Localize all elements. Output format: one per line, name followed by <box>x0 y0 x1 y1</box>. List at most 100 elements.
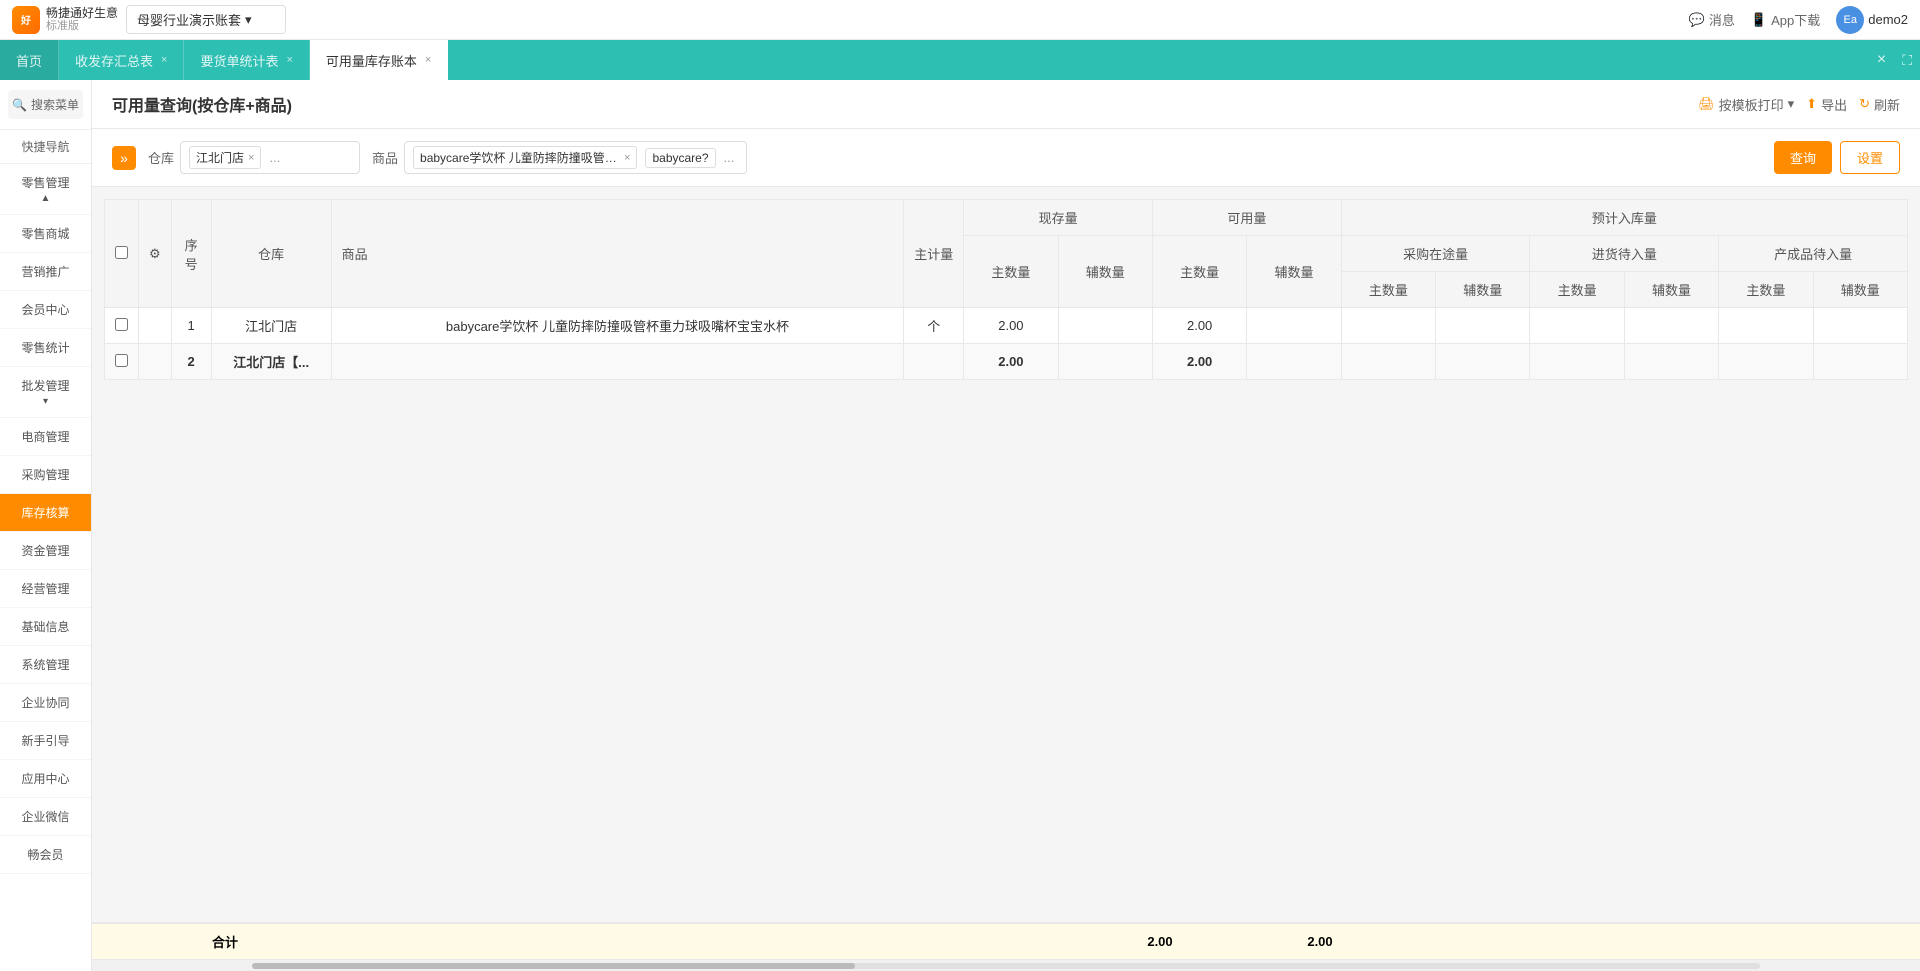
th-production-aux: 辅数量 <box>1813 272 1907 308</box>
select-all-checkbox[interactable] <box>115 246 128 259</box>
td-inb-main-2 <box>1530 344 1624 380</box>
sidebar-item-member-center[interactable]: 会员中心 <box>0 291 91 329</box>
table-row: 2 江北门店【... 2.00 2.00 <box>105 344 1908 380</box>
td-product-2 <box>331 344 904 380</box>
tab-close-inventory[interactable]: × <box>425 54 431 66</box>
td-checkbox-2[interactable] <box>105 344 139 380</box>
sidebar-item-finance-mgmt[interactable]: 资金管理 <box>0 532 91 570</box>
sidebar-item-vip-member[interactable]: 畅会员 <box>0 836 91 874</box>
sidebar-item-app-center[interactable]: 应用中心 <box>0 760 91 798</box>
filter-expand-button[interactable]: » <box>112 146 136 170</box>
close-all-tabs[interactable]: × <box>1877 51 1894 69</box>
tab-receipts[interactable]: 收发存汇总表 × <box>59 40 184 80</box>
th-available-group: 可用量 <box>1152 200 1341 236</box>
sidebar-item-retail-mgmt[interactable]: 零售管理 ▲ <box>0 164 91 215</box>
main-layout: 🔍 搜索菜单 快捷导航 零售管理 ▲ 零售商城 营销推广 会员中心 零售统计 批… <box>0 80 1920 971</box>
search-menu-button[interactable]: 🔍 搜索菜单 <box>8 90 83 119</box>
page-title: 可用量查询(按仓库+商品) <box>112 92 292 128</box>
row-checkbox-2[interactable] <box>115 354 128 367</box>
th-stock-main: 主数量 <box>964 236 1058 308</box>
settings-button[interactable]: 设置 <box>1840 141 1900 174</box>
sidebar-item-ecommerce-mgmt[interactable]: 电商管理 <box>0 418 91 456</box>
th-forecast-group: 预计入库量 <box>1341 200 1907 236</box>
nav-tabs: 首页 收发存汇总表 × 要货单统计表 × 可用量库存账本 × × ⛶ <box>0 40 1920 80</box>
sidebar-item-system-mgmt[interactable]: 系统管理 <box>0 646 91 684</box>
app-download-button[interactable]: 📱 App下载 <box>1751 10 1820 29</box>
refresh-button[interactable]: ↻ 刷新 <box>1859 95 1900 114</box>
tab-home[interactable]: 首页 <box>0 40 59 80</box>
td-prod-aux-2 <box>1813 344 1907 380</box>
th-inbound-aux: 辅数量 <box>1624 272 1718 308</box>
tab-close-orders[interactable]: × <box>286 54 292 66</box>
td-warehouse-1: 江北门店 <box>211 308 331 344</box>
logo-text: 畅捷通好生意 标准版 <box>46 6 118 34</box>
td-pur-main-1 <box>1341 308 1435 344</box>
query-button[interactable]: 查询 <box>1774 141 1832 174</box>
page-actions: 🖨 按模板打印 ▾ ⬆ 导出 ↻ 刷新 <box>1698 95 1900 126</box>
row-checkbox-1[interactable] <box>115 318 128 331</box>
th-inbound-main: 主数量 <box>1530 272 1624 308</box>
th-settings[interactable]: ⚙ <box>139 200 172 308</box>
search-icon: 🔍 <box>12 98 27 112</box>
scrollbar-thumb[interactable] <box>252 963 855 969</box>
data-table: ⚙ 序号 仓库 商品 主计量 现存量 可用量 预计入库量 主数量 辅数量 主数量 <box>104 199 1908 380</box>
table-row: 1 江北门店 babycare学饮杯 儿童防摔防撞吸管杯重力球吸嘴杯宝宝水杯 个… <box>105 308 1908 344</box>
sidebar-item-wholesale-mgmt[interactable]: 批发管理 ▾ <box>0 367 91 418</box>
refresh-icon: ↻ <box>1859 96 1870 112</box>
th-warehouse: 仓库 <box>211 200 331 308</box>
sidebar-item-inventory-check[interactable]: 库存核算 <box>0 494 91 532</box>
message-button[interactable]: 💬 消息 <box>1689 10 1735 29</box>
th-production-group: 产成品待入量 <box>1719 236 1908 272</box>
td-stock-main-1: 2.00 <box>964 308 1058 344</box>
warehouse-input[interactable]: 江北门店 × ... <box>180 141 360 174</box>
td-avail-aux-1 <box>1247 308 1341 344</box>
user-area[interactable]: Ea demo2 <box>1836 6 1908 34</box>
th-available-aux: 辅数量 <box>1247 236 1341 308</box>
sidebar-item-new-guide[interactable]: 新手引导 <box>0 722 91 760</box>
sidebar-item-operations-mgmt[interactable]: 经营管理 <box>0 570 91 608</box>
warehouse-more[interactable]: ... <box>265 150 284 165</box>
td-prod-aux-1 <box>1813 308 1907 344</box>
sidebar: 🔍 搜索菜单 快捷导航 零售管理 ▲ 零售商城 营销推广 会员中心 零售统计 批… <box>0 80 92 971</box>
print-icon: 🖨 <box>1698 96 1715 112</box>
sidebar-item-retail-mall[interactable]: 零售商城 <box>0 215 91 253</box>
th-checkbox[interactable] <box>105 200 139 308</box>
td-checkbox-1[interactable] <box>105 308 139 344</box>
industry-selector[interactable]: 母婴行业演示账套 ▾ <box>126 5 286 34</box>
chevron-icon: ▲ <box>41 193 51 204</box>
table-footer: 合计 2.00 2.00 <box>92 922 1920 959</box>
table-area: ⚙ 序号 仓库 商品 主计量 现存量 可用量 预计入库量 主数量 辅数量 主数量 <box>92 187 1920 922</box>
td-settings-1 <box>139 308 172 344</box>
export-icon: ⬆ <box>1806 96 1817 112</box>
sidebar-item-enterprise-wechat[interactable]: 企业微信 <box>0 798 91 836</box>
td-prod-main-2 <box>1719 344 1813 380</box>
sidebar-item-marketing[interactable]: 营销推广 <box>0 253 91 291</box>
th-purchase-main: 主数量 <box>1341 272 1435 308</box>
warehouse-tag: 江北门店 × <box>189 146 261 169</box>
td-stock-aux-1 <box>1058 308 1152 344</box>
sidebar-item-enterprise-collab[interactable]: 企业协同 <box>0 684 91 722</box>
th-num: 序号 <box>171 200 211 308</box>
td-avail-aux-2 <box>1247 344 1341 380</box>
remove-product-tag-1[interactable]: × <box>624 152 630 164</box>
export-button[interactable]: ⬆ 导出 <box>1806 95 1847 114</box>
product-tag-1: babycare学饮杯 儿童防摔防撞吸管杯重力球吸嘴杯宝宝水杯 × <box>413 146 637 169</box>
sidebar-item-retail-stats[interactable]: 零售统计 <box>0 329 91 367</box>
tab-close-receipts[interactable]: × <box>161 54 167 66</box>
tab-orders[interactable]: 要货单统计表 × <box>184 40 309 80</box>
horizontal-scrollbar[interactable] <box>92 959 1920 971</box>
message-icon: 💬 <box>1689 12 1705 28</box>
th-production-main: 主数量 <box>1719 272 1813 308</box>
remove-warehouse-tag[interactable]: × <box>248 152 254 164</box>
product-more[interactable]: ... <box>720 150 739 165</box>
tab-inventory[interactable]: 可用量库存账本 × <box>310 40 448 80</box>
td-settings-2 <box>139 344 172 380</box>
print-template-button[interactable]: 🖨 按模板打印 ▾ <box>1698 95 1794 114</box>
expand-tabs[interactable]: ⛶ <box>1902 52 1920 69</box>
sidebar-item-basic-info[interactable]: 基础信息 <box>0 608 91 646</box>
sidebar-item-purchase-mgmt[interactable]: 采购管理 <box>0 456 91 494</box>
footer-label: 合计 <box>202 932 322 951</box>
th-unit: 主计量 <box>904 200 964 308</box>
quick-nav-button[interactable]: 快捷导航 <box>0 130 91 164</box>
product-input[interactable]: babycare学饮杯 儿童防摔防撞吸管杯重力球吸嘴杯宝宝水杯 × babyca… <box>404 141 747 174</box>
